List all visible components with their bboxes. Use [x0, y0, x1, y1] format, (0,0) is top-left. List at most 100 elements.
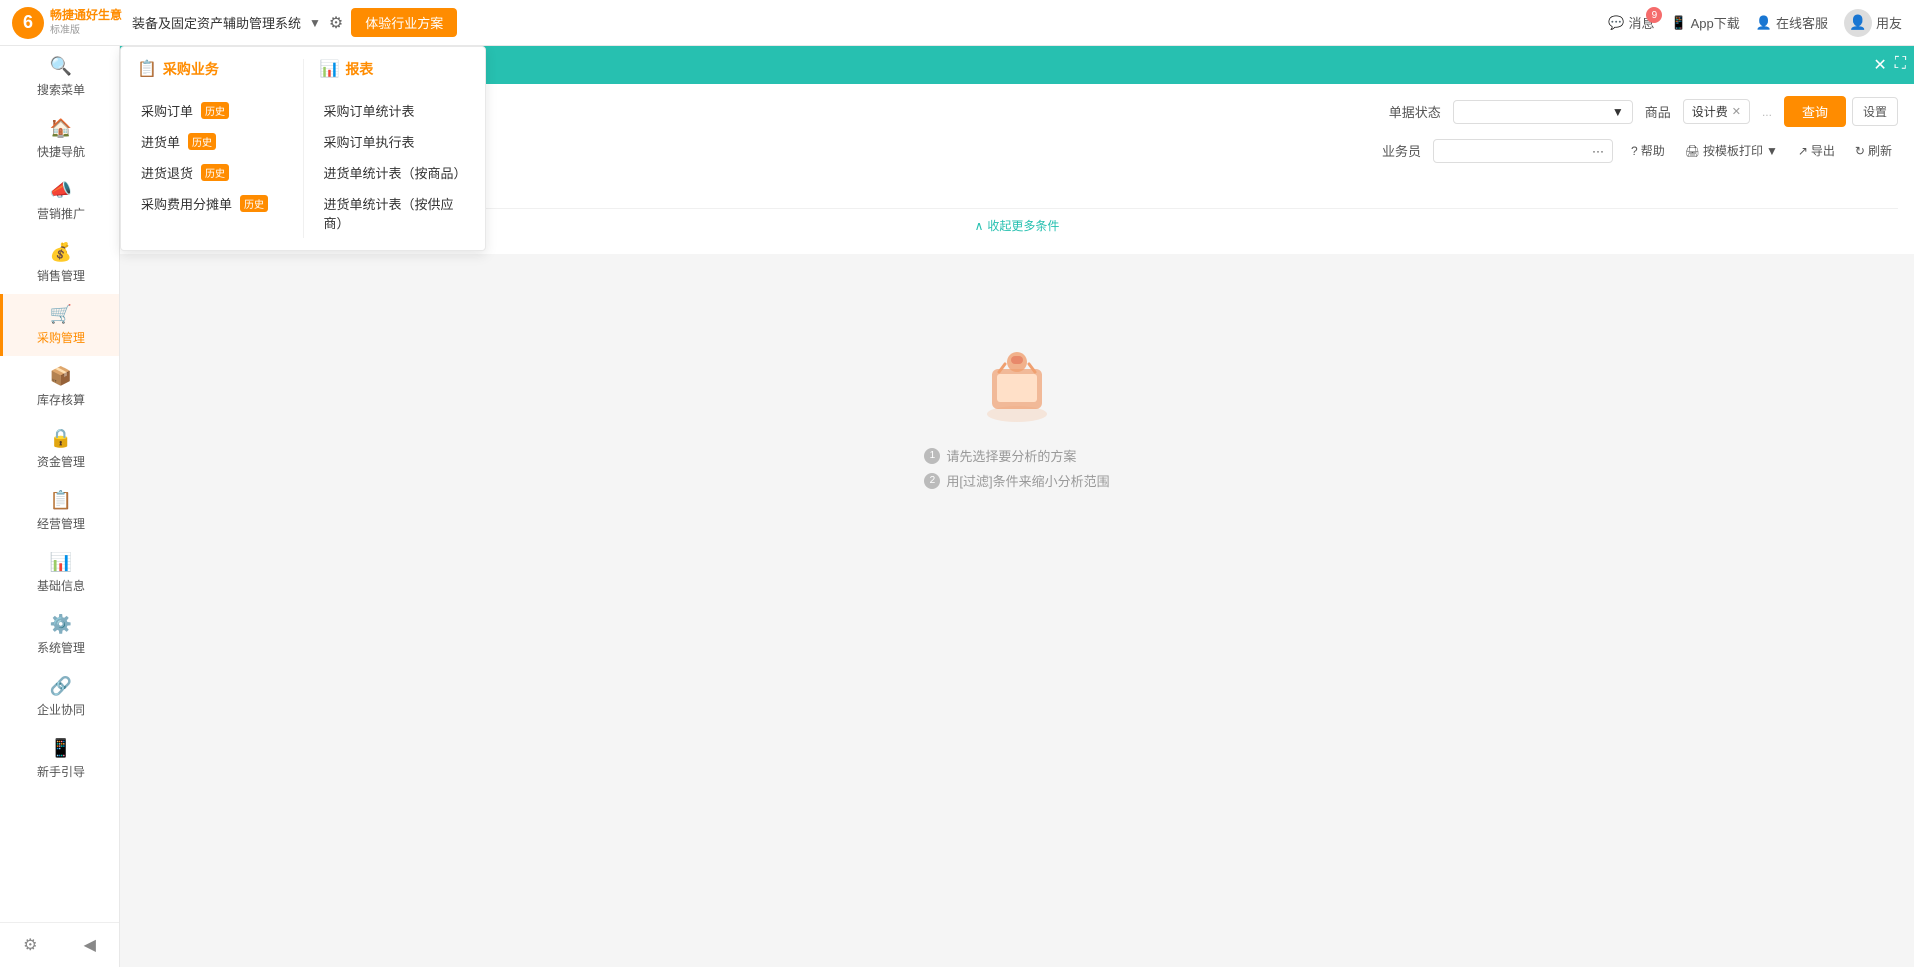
sidebar-settings-btn[interactable]: ⚙	[23, 935, 37, 955]
refresh-btn[interactable]: ↻ 刷新	[1849, 139, 1898, 162]
service-icon: 👤	[1756, 15, 1772, 31]
sidebar-item-inventory[interactable]: 📦 库存核算	[0, 356, 119, 418]
empty-hint-1: 请先选择要分析的方案	[946, 446, 1076, 465]
sidebar-item-marketing[interactable]: 📣 营销推广	[0, 170, 119, 232]
inventory-icon: 📦	[50, 366, 72, 387]
help-icon: ?	[1631, 144, 1638, 158]
collapse-label: 收起更多条件	[987, 217, 1059, 234]
print-label: 按模板打印	[1703, 142, 1763, 159]
goods-receipt-history: 历史	[188, 133, 216, 150]
service-label: 在线客服	[1776, 13, 1828, 32]
purchase-business-col: 📋 采购业务 采购订单 历史 进货单 历史 进货退货 历史 采购费用分摊单 历史	[121, 59, 303, 238]
finance-icon: 🔒	[50, 428, 72, 449]
sidebar-label-basicinfo: 基础信息	[37, 577, 85, 594]
logo-icon: 6	[12, 7, 44, 39]
search-icon: 🔍	[50, 56, 72, 77]
purchase-icon: 🛒	[50, 304, 72, 325]
sidebar-label-quicknav: 快捷导航	[37, 143, 85, 160]
top-bar: 6 畅捷通好生意 标准版 装备及固定资产辅助管理系统 ▼ ⚙ 体验行业方案 💬 …	[0, 0, 1914, 46]
sidebar-item-operations[interactable]: 📋 经营管理	[0, 480, 119, 542]
message-icon: 💬	[1608, 15, 1624, 31]
report-section-label: 报表	[345, 59, 373, 79]
purchase-order-label: 采购订单	[141, 101, 193, 120]
message-btn[interactable]: 💬 消息 9	[1608, 13, 1654, 32]
dropdown-purchase-expense[interactable]: 采购费用分摊单 历史	[137, 188, 287, 219]
system-icon: ⚙️	[50, 614, 72, 635]
empty-hints: 1 请先选择要分析的方案 2 用[过滤]条件来缩小分析范围	[924, 446, 1109, 490]
app-icon: 📱	[1670, 15, 1686, 31]
purchase-order-stats-label: 采购订单统计表	[324, 101, 415, 120]
sidebar-item-sales[interactable]: 💰 销售管理	[0, 232, 119, 294]
app-download-btn[interactable]: 📱 App下载	[1670, 13, 1739, 32]
enterprise-icon: 🔗	[50, 676, 72, 697]
user-btn[interactable]: 👤 用友	[1844, 9, 1902, 37]
tab-close-all-icon[interactable]: ✕	[1873, 55, 1886, 75]
top-center: 装备及固定资产辅助管理系统 ▼ ⚙ 体验行业方案	[132, 8, 1608, 37]
online-service-btn[interactable]: 👤 在线客服	[1756, 13, 1828, 32]
sidebar-item-search[interactable]: 🔍 搜索菜单	[0, 46, 119, 108]
system-dropdown-arrow[interactable]: ▼	[309, 16, 321, 30]
edition-label: 标准版	[50, 24, 122, 37]
goods-more-dots[interactable]: ...	[1762, 105, 1772, 119]
sidebar-item-finance[interactable]: 🔒 资金管理	[0, 418, 119, 480]
home-icon: 🏠	[50, 118, 72, 139]
sidebar-item-system[interactable]: ⚙️ 系统管理	[0, 604, 119, 666]
sidebar-label-search: 搜索菜单	[37, 81, 85, 98]
dropdown-goods-stats-by-supplier[interactable]: 进货单统计表（按供应商）	[320, 188, 470, 238]
sidebar-item-quicknav[interactable]: 🏠 快捷导航	[0, 108, 119, 170]
query-button[interactable]: 查询	[1784, 96, 1846, 127]
logo-area: 6 畅捷通好生意 标准版	[12, 7, 132, 39]
dropdown-goods-stats-by-product[interactable]: 进货单统计表（按商品）	[320, 157, 470, 188]
goods-tag: 设计费 ✕	[1683, 99, 1750, 124]
purchase-section-label: 采购业务	[163, 59, 219, 79]
salesperson-select[interactable]: ···	[1433, 139, 1613, 163]
dropdown-goods-receipt[interactable]: 进货单 历史	[137, 126, 287, 157]
sidebar-item-newguide[interactable]: 📱 新手引导	[0, 728, 119, 790]
empty-hint-2: 用[过滤]条件来缩小分析范围	[946, 471, 1109, 490]
sidebar-label-purchase: 采购管理	[37, 329, 85, 346]
sales-icon: 💰	[50, 242, 72, 263]
sidebar-bottom: ⚙ ◀	[0, 922, 119, 967]
report-section-icon: 📊	[320, 59, 340, 79]
goods-tag-close[interactable]: ✕	[1732, 105, 1741, 118]
topbar-settings-icon[interactable]: ⚙	[329, 13, 343, 33]
sidebar-label-enterprise: 企业协同	[37, 701, 85, 718]
purchase-section-title: 📋 采购业务	[137, 59, 287, 85]
sidebar-label-marketing: 营销推广	[37, 205, 85, 222]
industry-btn[interactable]: 体验行业方案	[351, 8, 457, 37]
settings-button[interactable]: 设置	[1852, 97, 1898, 126]
sidebar-item-basicinfo[interactable]: 📊 基础信息	[0, 542, 119, 604]
print-btn[interactable]: 🖨 按模板打印 ▼	[1679, 139, 1784, 162]
sidebar-item-enterprise[interactable]: 🔗 企业协同	[0, 666, 119, 728]
dropdown-purchase-order[interactable]: 采购订单 历史	[137, 95, 287, 126]
doc-status-arrow: ▼	[1612, 105, 1624, 119]
sidebar-label-operations: 经营管理	[37, 515, 85, 532]
goods-stats-supplier-label: 进货单统计表（按供应商）	[324, 194, 466, 232]
report-col: 📊 报表 采购订单统计表 采购订单执行表 进货单统计表（按商品） 进货单统计表（…	[304, 59, 486, 238]
dropdown-purchase-order-exec[interactable]: 采购订单执行表	[320, 126, 470, 157]
sidebar: 🔍 搜索菜单 🏠 快捷导航 📣 营销推广 💰 销售管理 🛒 采购管理 📦 库存核…	[0, 46, 120, 967]
dropdown-goods-return[interactable]: 进货退货 历史	[137, 157, 287, 188]
sidebar-label-sales: 销售管理	[37, 267, 85, 284]
top-right: 💬 消息 9 📱 App下载 👤 在线客服 👤 用友	[1608, 9, 1902, 37]
sidebar-item-purchase[interactable]: 🛒 采购管理	[0, 294, 119, 356]
sidebar-collapse-btn[interactable]: ◀	[84, 935, 96, 955]
tab-expand-icon[interactable]: ⛶	[1895, 55, 1906, 75]
dropdown-purchase-order-stats[interactable]: 采购订单统计表	[320, 95, 470, 126]
doc-status-select[interactable]: ▼	[1453, 100, 1633, 124]
empty-state: 1 请先选择要分析的方案 2 用[过滤]条件来缩小分析范围	[120, 254, 1914, 570]
purchase-order-history: 历史	[201, 102, 229, 119]
purchase-expense-history: 历史	[240, 195, 268, 212]
help-label: 帮助	[1641, 142, 1665, 159]
export-label: 导出	[1811, 142, 1835, 159]
sidebar-label-system: 系统管理	[37, 639, 85, 656]
goods-return-label: 进货退货	[141, 163, 193, 182]
goods-stats-product-label: 进货单统计表（按商品）	[324, 163, 466, 182]
purchase-order-exec-label: 采购订单执行表	[324, 132, 415, 151]
salesperson-dots: ···	[1592, 144, 1604, 158]
help-btn[interactable]: ? 帮助	[1625, 139, 1671, 162]
export-btn[interactable]: ↗ 导出	[1792, 139, 1841, 162]
sidebar-label-newguide: 新手引导	[37, 763, 85, 780]
collapse-icon: ∧	[975, 219, 984, 233]
message-badge: 9	[1646, 7, 1662, 23]
